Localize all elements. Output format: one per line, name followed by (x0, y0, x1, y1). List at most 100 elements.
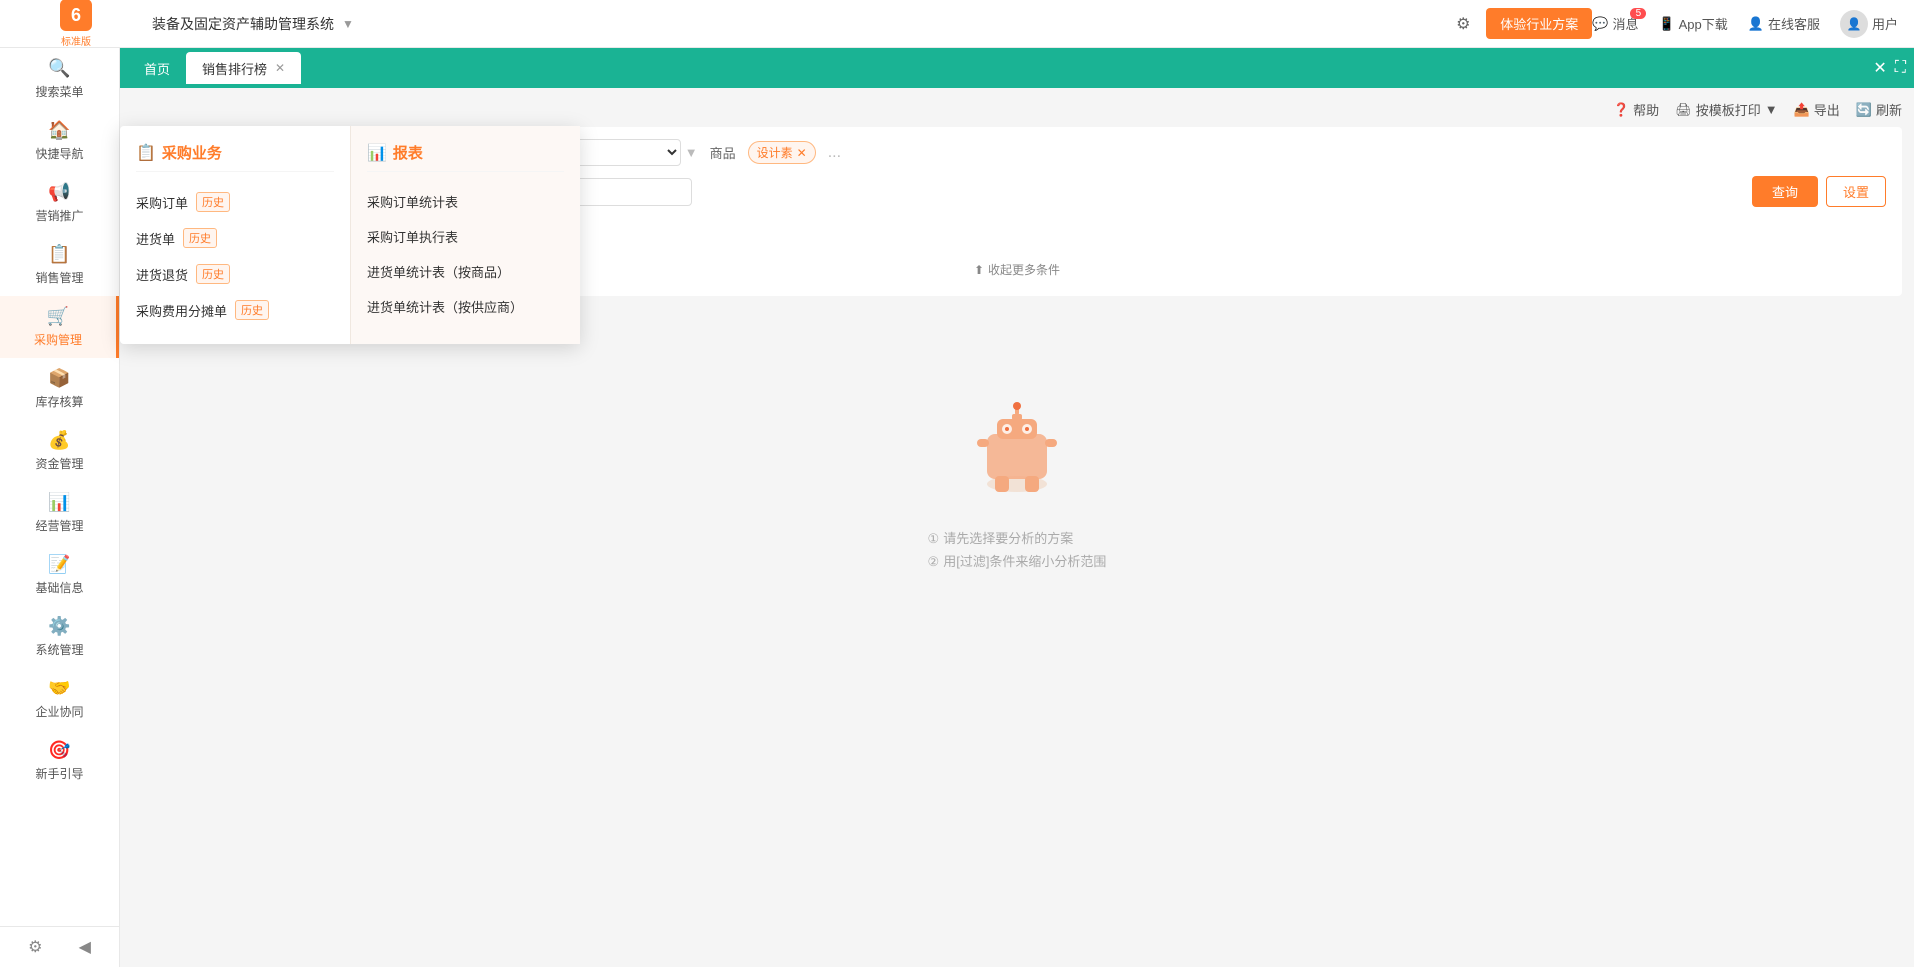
message-button[interactable]: 💬 消息 5 (1592, 14, 1638, 33)
operations-icon: 📊 (48, 492, 70, 513)
toolbar: ❓ 帮助 🖨 按模板打印 ▼ 📤 导出 🔄 刷新 (132, 100, 1902, 119)
incoming-order-item[interactable]: 进货单 历史 (136, 220, 334, 256)
sidebar-item-label: 企业协同 (35, 703, 83, 720)
sidebar-item-inventory[interactable]: 📦 库存核算 (0, 358, 119, 420)
enterprise-icon: 🤝 (48, 678, 70, 699)
help-icon: ❓ (1613, 102, 1629, 118)
incoming-order-history[interactable]: 历史 (183, 228, 217, 248)
sidebar-item-label: 快捷导航 (35, 145, 83, 162)
user-menu-button[interactable]: 👤 用户 (1840, 10, 1898, 38)
print-button[interactable]: 🖨 按模板打印 ▼ (1675, 100, 1777, 119)
print-dropdown-arrow[interactable]: ▼ (1765, 102, 1778, 117)
print-icon: 🖨 (1675, 102, 1692, 118)
report-section-title: 📊 报表 (367, 142, 564, 172)
incoming-stat-supplier-label: 进货单统计表（按供应商） (367, 297, 523, 316)
goods-ellipsis[interactable]: ... (828, 144, 841, 162)
sidebar-item-basic[interactable]: 📝 基础信息 (0, 544, 119, 606)
purchase-order-label: 采购订单 (136, 193, 188, 212)
query-button[interactable]: 查询 (1752, 176, 1818, 207)
phone-icon: 📱 (1658, 16, 1674, 32)
system-name-arrow[interactable]: ▼ (342, 17, 354, 31)
help-button[interactable]: ❓ 帮助 (1613, 100, 1659, 119)
service-icon: 👤 (1748, 16, 1764, 32)
purchase-dropdown-menu: 📋 采购业务 采购订单 历史 进货单 历史 进货退货 历史 采购费用分摊单 历史… (120, 126, 580, 344)
app-download-button[interactable]: 📱 App下载 (1658, 14, 1727, 33)
purchase-order-item[interactable]: 采购订单 历史 (136, 184, 334, 220)
purchase-order-exec-label: 采购订单执行表 (367, 227, 458, 246)
tab-home[interactable]: 首页 (128, 52, 186, 84)
search-icon: 🔍 (48, 58, 70, 79)
purchase-order-stat-label: 采购订单统计表 (367, 192, 458, 211)
empty-state: ①请先选择要分析的方案 ②用[过滤]条件来缩小分析范围 (132, 304, 1902, 654)
online-service-button[interactable]: 👤 在线客服 (1748, 14, 1820, 33)
avatar: 👤 (1840, 10, 1868, 38)
sidebar-item-label: 采购管理 (34, 331, 82, 348)
sidebar-settings-button[interactable]: ⚙ (28, 937, 42, 957)
return-goods-label: 进货退货 (136, 265, 188, 284)
top-bar: 6 标准版 装备及固定资产辅助管理系统 ▼ ⚙ 体验行业方案 💬 消息 5 📱 … (0, 0, 1914, 48)
incoming-stat-goods-item[interactable]: 进货单统计表（按商品） (367, 254, 564, 289)
industry-button[interactable]: 体验行业方案 (1486, 8, 1592, 39)
sidebar-item-sales[interactable]: 📋 销售管理 (0, 234, 119, 296)
empty-illustration (957, 384, 1077, 504)
tab-sales-rank[interactable]: 销售排行榜 ✕ (186, 52, 301, 84)
sidebar-collapse-button[interactable]: ◀ (79, 937, 91, 957)
sidebar-item-enterprise[interactable]: 🤝 企业协同 (0, 668, 119, 730)
purchase-expense-item[interactable]: 采购费用分摊单 历史 (136, 292, 334, 328)
sidebar-item-label: 新手引导 (35, 765, 83, 782)
message-icon: 💬 (1592, 16, 1608, 32)
purchase-section: 📋 采购业务 采购订单 历史 进货单 历史 进货退货 历史 采购费用分摊单 历史 (120, 126, 350, 344)
sales-icon: 📋 (48, 244, 70, 265)
basic-icon: 📝 (48, 554, 70, 575)
tab-fullscreen-button[interactable]: ⛶ (1895, 59, 1906, 77)
sidebar-item-newbie[interactable]: 🎯 新手引导 (0, 730, 119, 792)
goods-tag-remove[interactable]: ✕ (797, 146, 807, 160)
return-goods-item[interactable]: 进货退货 历史 (136, 256, 334, 292)
sidebar-item-quick[interactable]: 🏠 快捷导航 (0, 110, 119, 172)
incoming-order-label: 进货单 (136, 229, 175, 248)
set-button[interactable]: 设置 (1826, 176, 1886, 207)
tab-close-all-button[interactable]: ✕ (1873, 58, 1886, 78)
refresh-button[interactable]: 🔄 刷新 (1856, 100, 1902, 119)
purchase-order-history[interactable]: 历史 (196, 192, 230, 212)
return-goods-history[interactable]: 历史 (196, 264, 230, 284)
purchase-expense-label: 采购费用分摊单 (136, 301, 227, 320)
newbie-icon: 🎯 (48, 740, 70, 761)
sidebar-item-label: 库存核算 (35, 393, 83, 410)
sidebar-item-finance[interactable]: 💰 资金管理 (0, 420, 119, 482)
purchase-expense-history[interactable]: 历史 (235, 300, 269, 320)
inventory-icon: 📦 (48, 368, 70, 389)
logo-area: 6 标准版 (16, 0, 136, 48)
sidebar-item-purchase[interactable]: 🛒 采购管理 (0, 296, 119, 358)
incoming-stat-supplier-item[interactable]: 进货单统计表（按供应商） (367, 289, 564, 324)
sidebar-item-label: 销售管理 (35, 269, 83, 286)
system-icon: ⚙️ (48, 616, 70, 637)
sidebar-item-system[interactable]: ⚙️ 系统管理 (0, 606, 119, 668)
doc-status-dropdown-icon: ▼ (685, 145, 698, 160)
sidebar-item-label: 基础信息 (35, 579, 83, 596)
purchase-order-stat-item[interactable]: 采购订单统计表 (367, 184, 564, 219)
report-section-icon: 📊 (367, 143, 387, 163)
sidebar-item-search[interactable]: 🔍 搜索菜单 (0, 48, 119, 110)
goods-label: 商品 (710, 143, 736, 162)
sidebar-item-label: 搜索菜单 (35, 83, 83, 100)
logo-subtitle: 标准版 (61, 33, 91, 48)
settings-button[interactable]: ⚙ (1448, 9, 1478, 39)
report-section: 📊 报表 采购订单统计表 采购订单执行表 进货单统计表（按商品） 进货单统计表（… (350, 126, 580, 344)
goods-tag: 设计素 ✕ (748, 141, 816, 164)
system-name-text: 装备及固定资产辅助管理系统 (152, 14, 334, 34)
marketing-icon: 📢 (48, 182, 70, 203)
incoming-stat-goods-label: 进货单统计表（按商品） (367, 262, 510, 281)
tab-close-button[interactable]: ✕ (275, 61, 285, 75)
sidebar-item-operations[interactable]: 📊 经营管理 (0, 482, 119, 544)
logo-icon: 6 (60, 0, 92, 31)
message-badge: 5 (1630, 8, 1646, 19)
tab-right-buttons: ✕ ⛶ (1873, 58, 1906, 78)
export-button[interactable]: 📤 导出 (1794, 100, 1840, 119)
purchase-order-exec-item[interactable]: 采购订单执行表 (367, 219, 564, 254)
sidebar-item-label: 营销推广 (35, 207, 83, 224)
purchase-icon: 🛒 (47, 306, 69, 327)
sidebar-item-marketing[interactable]: 📢 营销推广 (0, 172, 119, 234)
tab-home-label: 首页 (144, 59, 170, 78)
collapse-icon: ⬆ (974, 263, 984, 277)
